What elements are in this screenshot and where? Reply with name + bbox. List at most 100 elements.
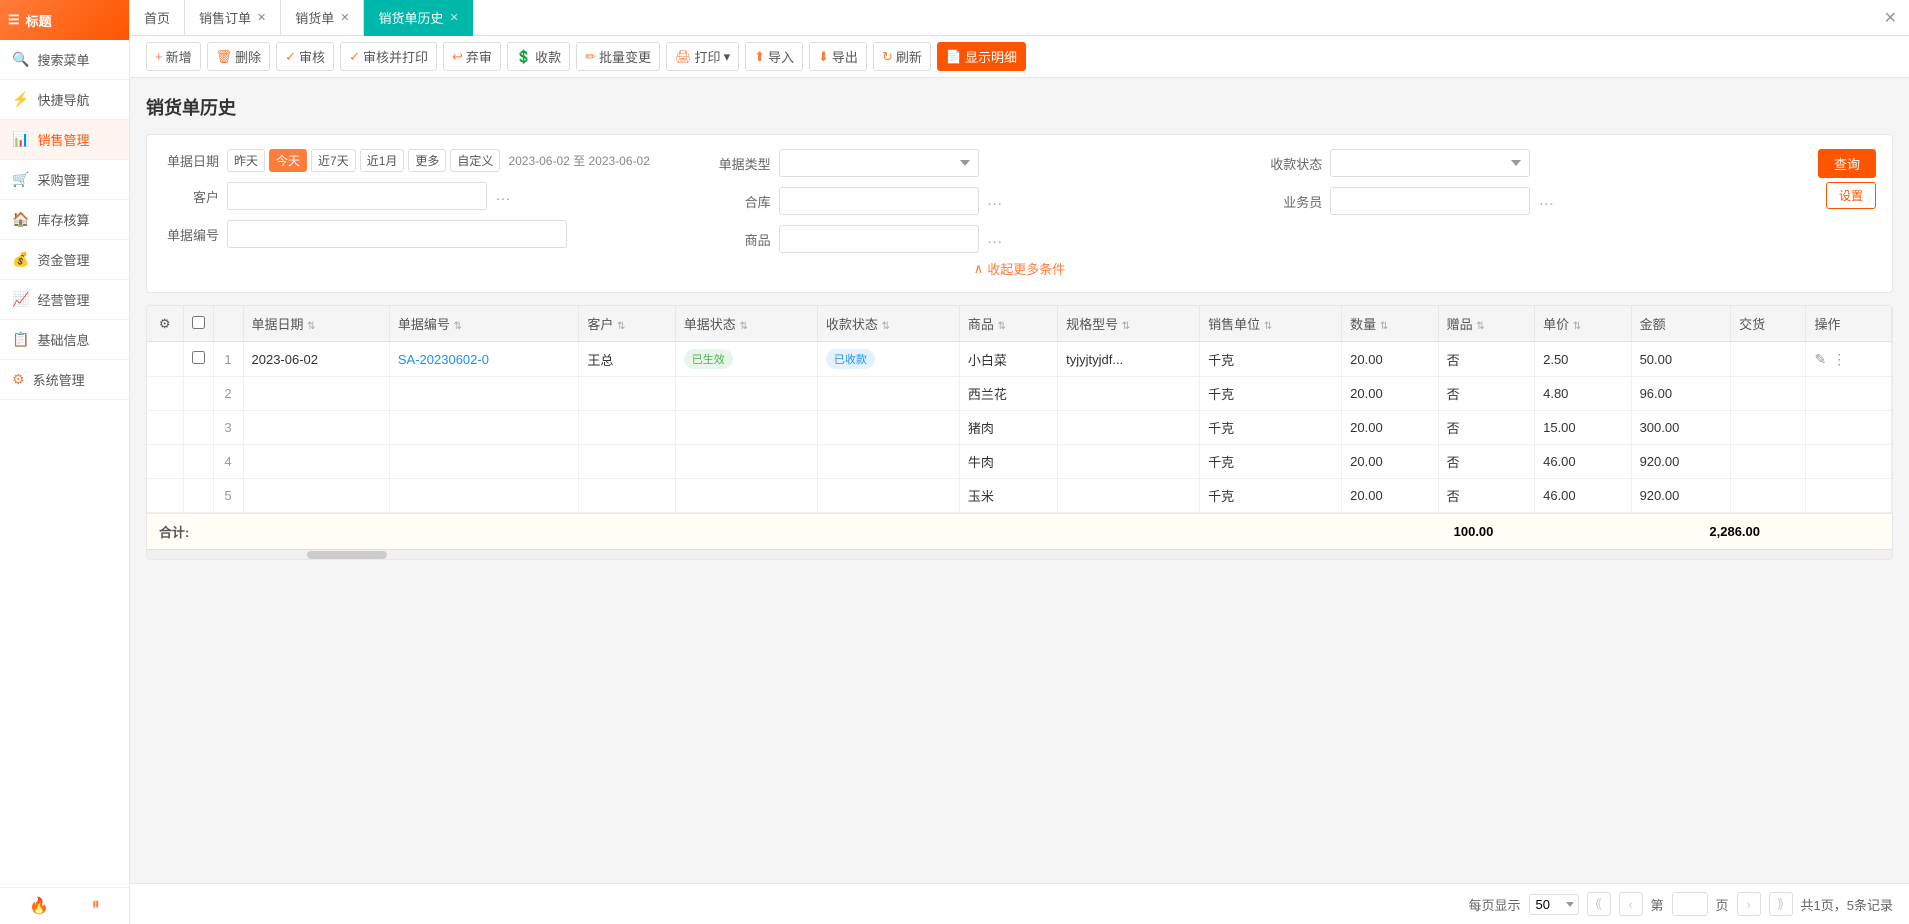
paystatus-select[interactable] xyxy=(1330,149,1530,177)
row5-spec xyxy=(1058,479,1200,513)
select-all-checkbox[interactable] xyxy=(192,316,205,329)
close-all-tabs-btn[interactable]: ✕ xyxy=(1872,8,1909,28)
batch-label: 批量变更 xyxy=(599,47,651,66)
tab-home[interactable]: 首页 xyxy=(130,0,185,36)
date-btn-last7[interactable]: 近7天 xyxy=(311,149,356,172)
row1-check[interactable] xyxy=(192,351,205,364)
col-spec[interactable]: 规格型号 ⇅ xyxy=(1058,306,1200,342)
warehouse-picker-btn[interactable]: … xyxy=(987,192,1003,210)
date-btn-last30[interactable]: 近1月 xyxy=(360,149,405,172)
col-customer[interactable]: 客户 ⇅ xyxy=(579,306,675,342)
sidebar-item-system[interactable]: ⚙ 系统管理 xyxy=(0,360,129,400)
customer-picker-btn[interactable]: … xyxy=(495,187,511,205)
export-button[interactable]: ⬇ 导出 xyxy=(809,42,867,71)
col-unit[interactable]: 销售单位 ⇅ xyxy=(1200,306,1342,342)
current-page-input[interactable]: 1 xyxy=(1672,892,1708,916)
collapse-filter-btn[interactable]: ∧ 收起更多条件 xyxy=(163,259,1876,278)
row5-date xyxy=(243,479,389,513)
abandon-button[interactable]: ↩ 弃审 xyxy=(443,42,501,71)
tab-sales-order-close[interactable]: ✕ xyxy=(257,11,266,24)
col-goods[interactable]: 商品 ⇅ xyxy=(959,306,1057,342)
import-button[interactable]: ⬆ 导入 xyxy=(745,42,803,71)
new-button[interactable]: + 新增 xyxy=(146,42,201,71)
doctype-select[interactable] xyxy=(779,149,979,177)
refresh-button[interactable]: ↻ 刷新 xyxy=(873,42,931,71)
tab-sales-history[interactable]: 销货单历史 ✕ xyxy=(364,0,473,36)
date-btn-yesterday[interactable]: 昨天 xyxy=(227,149,265,172)
tab-home-label: 首页 xyxy=(144,8,170,27)
next-page-btn[interactable]: › xyxy=(1737,892,1761,916)
row2-amount: 96.00 xyxy=(1631,377,1731,411)
goods-picker-btn[interactable]: … xyxy=(987,230,1003,248)
row1-docno-link[interactable]: SA-20230602-0 xyxy=(398,352,489,367)
scrollbar-thumb[interactable] xyxy=(307,551,387,559)
col-gift[interactable]: 赠品 ⇅ xyxy=(1438,306,1534,342)
sidebar-item-basic-info[interactable]: 📋 基础信息 xyxy=(0,320,129,360)
print-button[interactable]: 🖨 打印 ▾ xyxy=(666,42,739,71)
prev-page-btn[interactable]: ‹ xyxy=(1619,892,1643,916)
sidebar-item-finance[interactable]: 💰 资金管理 xyxy=(0,240,129,280)
sidebar-item-purchase-mgmt[interactable]: 🛒 采购管理 xyxy=(0,160,129,200)
row1-goods: 小白菜 xyxy=(959,342,1057,377)
row1-more-icon[interactable]: ⋮ xyxy=(1832,351,1846,368)
col-date[interactable]: 单据日期 ⇅ xyxy=(243,306,389,342)
col-docno[interactable]: 单据编号 ⇅ xyxy=(389,306,578,342)
delete-button[interactable]: 🗑 删除 xyxy=(207,42,271,71)
filter-settings-button[interactable]: 设置 xyxy=(1826,182,1876,209)
row1-docno[interactable]: SA-20230602-0 xyxy=(389,342,578,377)
col-date-sort: ⇅ xyxy=(307,321,315,332)
last-page-btn[interactable]: ⟫ xyxy=(1769,892,1793,916)
first-page-btn[interactable]: ⟪ xyxy=(1587,892,1611,916)
sidebar-item-sales-mgmt[interactable]: 📊 销售管理 xyxy=(0,120,129,160)
col-settings[interactable]: ⚙ xyxy=(147,306,183,342)
date-btn-today[interactable]: 今天 xyxy=(269,149,307,172)
date-range-selector: 昨天 今天 近7天 近1月 更多 自定义 2023-06-02 至 2023-0… xyxy=(227,149,650,172)
review-print-button[interactable]: ✓ 审核并打印 xyxy=(340,42,437,71)
row2-action xyxy=(1806,377,1892,411)
sidebar-item-search-menu[interactable]: 🔍 搜索菜单 xyxy=(0,40,129,80)
col-price[interactable]: 单价 ⇅ xyxy=(1535,306,1631,342)
sidebar-item-quick-nav[interactable]: ⚡ 快捷导航 xyxy=(0,80,129,120)
col-paystatus[interactable]: 收款状态 ⇅ xyxy=(817,306,959,342)
delete-label: 删除 xyxy=(235,47,261,66)
horizontal-scrollbar[interactable] xyxy=(147,549,1892,559)
sidebar-header: ☰ 标题 xyxy=(0,0,129,40)
goods-input[interactable] xyxy=(779,225,979,253)
batch-change-button[interactable]: ✏ 批量变更 xyxy=(576,42,660,71)
collect-button[interactable]: 💲 收款 xyxy=(507,42,570,71)
customer-input[interactable] xyxy=(227,182,487,210)
row1-edit-icon[interactable]: ✎ xyxy=(1814,351,1826,368)
docno-input[interactable] xyxy=(227,220,567,248)
footer-qty-total: 100.00 xyxy=(1454,524,1494,539)
review-button[interactable]: ✓ 审核 xyxy=(276,42,334,71)
tab-sales-delivery-close[interactable]: ✕ xyxy=(340,11,349,24)
col-paystatus-label: 收款状态 xyxy=(826,317,878,332)
import-label: 导入 xyxy=(768,47,794,66)
col-qty[interactable]: 数量 ⇅ xyxy=(1342,306,1438,342)
per-page-select[interactable]: 50 100 xyxy=(1529,894,1579,915)
date-btn-more[interactable]: 更多 xyxy=(408,149,446,172)
date-btn-custom[interactable]: 自定义 xyxy=(450,149,500,172)
tab-sales-order[interactable]: 销售订单 ✕ xyxy=(185,0,281,36)
salesperson-input[interactable] xyxy=(1330,187,1530,215)
salesperson-picker-btn[interactable]: … xyxy=(1538,192,1554,210)
sidebar: ☰ 标题 🔍 搜索菜单 ⚡ 快捷导航 📊 销售管理 🛒 采购管理 🏠 库存核算 … xyxy=(0,0,130,924)
sidebar-fire-icon[interactable]: 🔥 xyxy=(29,896,49,916)
col-trade-label: 交货 xyxy=(1739,317,1765,332)
sidebar-pause-icon[interactable]: ⏸ xyxy=(92,896,100,916)
row2-qty: 20.00 xyxy=(1342,377,1438,411)
col-docstatus[interactable]: 单据状态 ⇅ xyxy=(675,306,817,342)
sidebar-item-inventory[interactable]: 🏠 库存核算 xyxy=(0,200,129,240)
sidebar-item-operations[interactable]: 📈 经营管理 xyxy=(0,280,129,320)
row1-trade xyxy=(1731,342,1806,377)
show-detail-button[interactable]: 📄 显示明细 xyxy=(937,42,1026,71)
filter-row-goods: 商品 … xyxy=(715,225,1247,253)
row1-checkbox[interactable] xyxy=(183,342,213,377)
col-spec-label: 规格型号 xyxy=(1066,317,1118,332)
col-checkbox[interactable] xyxy=(183,306,213,342)
tab-sales-history-close[interactable]: ✕ xyxy=(450,11,459,24)
tab-sales-delivery[interactable]: 销货单 ✕ xyxy=(281,0,364,36)
query-button[interactable]: 查询 xyxy=(1818,149,1876,178)
warehouse-input[interactable] xyxy=(779,187,979,215)
date-range-text: 2023-06-02 至 2023-06-02 xyxy=(508,152,649,169)
